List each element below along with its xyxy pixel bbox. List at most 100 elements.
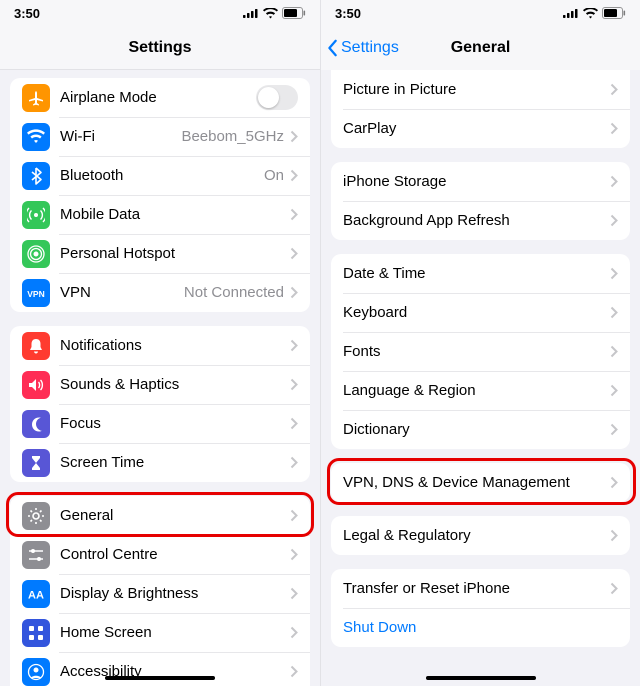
row-wifi[interactable]: Wi-FiBeebom_5GHz	[10, 117, 310, 156]
row-label: Picture in Picture	[343, 81, 610, 98]
row-label: CarPlay	[343, 120, 610, 137]
signal-icon	[563, 8, 579, 18]
row-label: iPhone Storage	[343, 173, 610, 190]
row-label: Sounds & Haptics	[60, 376, 290, 393]
airplane-toggle[interactable]	[256, 85, 298, 110]
row-focus[interactable]: Focus	[10, 404, 310, 443]
airplane-icon	[22, 84, 50, 112]
chevron-right-icon	[290, 286, 298, 299]
chevron-right-icon	[610, 582, 618, 595]
chevron-right-icon	[290, 665, 298, 678]
row-label: Screen Time	[60, 454, 290, 471]
row-control[interactable]: Control Centre	[10, 535, 310, 574]
row-label: Mobile Data	[60, 206, 290, 223]
svg-text:VPN: VPN	[27, 289, 44, 299]
home-icon	[22, 619, 50, 647]
row-label: Date & Time	[343, 265, 610, 282]
row-mobile[interactable]: Mobile Data	[10, 195, 310, 234]
chevron-right-icon	[290, 548, 298, 561]
wifi-icon	[583, 8, 598, 19]
chevron-right-icon	[290, 247, 298, 260]
chevron-right-icon	[290, 456, 298, 469]
row-pip[interactable]: Picture in Picture	[331, 70, 630, 109]
notif-icon	[22, 332, 50, 360]
vpn-icon: VPN	[22, 279, 50, 307]
row-screen[interactable]: Screen Time	[10, 443, 310, 482]
row-datetime[interactable]: Date & Time	[331, 254, 630, 293]
nav-header: Settings	[0, 26, 320, 70]
row-legal[interactable]: Legal & Regulatory	[331, 516, 630, 555]
row-sounds[interactable]: Sounds & Haptics	[10, 365, 310, 404]
row-hotspot[interactable]: Personal Hotspot	[10, 234, 310, 273]
page-title: Settings	[128, 39, 191, 57]
row-label: Personal Hotspot	[60, 245, 290, 262]
wifi-icon	[263, 8, 278, 19]
chevron-right-icon	[610, 345, 618, 358]
chevron-right-icon	[290, 169, 298, 182]
home-indicator[interactable]	[426, 676, 536, 680]
status-icons	[243, 7, 306, 19]
row-label: Dictionary	[343, 421, 610, 438]
row-access[interactable]: Accessibility	[10, 652, 310, 686]
row-fonts[interactable]: Fonts	[331, 332, 630, 371]
highlight-general	[6, 492, 314, 537]
general-content[interactable]: Picture in Picture CarPlay iPhone Storage B…	[321, 70, 640, 686]
row-storage[interactable]: iPhone Storage	[331, 162, 630, 201]
row-display[interactable]: AA Display & Brightness	[10, 574, 310, 613]
row-label: Control Centre	[60, 546, 290, 563]
row-dict[interactable]: Dictionary	[331, 410, 630, 449]
row-transfer[interactable]: Transfer or Reset iPhone	[331, 569, 630, 608]
mobile-icon	[22, 201, 50, 229]
battery-icon	[282, 7, 306, 19]
chevron-right-icon	[610, 267, 618, 280]
row-label: Wi-Fi	[60, 128, 181, 145]
chevron-right-icon	[290, 587, 298, 600]
page-title: General	[451, 39, 511, 57]
status-bar: 3:50	[321, 0, 640, 26]
general-screen: 3:50 Settings General Picture in Picture…	[320, 0, 640, 686]
row-vpn[interactable]: VPNVPNNot Connected	[10, 273, 310, 312]
wifi-icon	[22, 123, 50, 151]
chevron-right-icon	[610, 306, 618, 319]
row-bluetooth[interactable]: BluetoothOn	[10, 156, 310, 195]
row-lang[interactable]: Language & Region	[331, 371, 630, 410]
chevron-right-icon	[290, 339, 298, 352]
svg-text:AA: AA	[28, 589, 44, 601]
row-label: Home Screen	[60, 624, 290, 641]
signal-icon	[243, 8, 259, 18]
home-indicator[interactable]	[105, 676, 215, 680]
nav-header: Settings General	[321, 26, 640, 70]
status-time: 3:50	[335, 6, 361, 21]
highlight-vpndns	[327, 458, 636, 505]
chevron-right-icon	[610, 175, 618, 188]
row-value: Beebom_5GHz	[181, 128, 284, 145]
row-label: Airplane Mode	[60, 89, 256, 106]
row-bgapp[interactable]: Background App Refresh	[331, 201, 630, 240]
row-label: Keyboard	[343, 304, 610, 321]
row-label: Display & Brightness	[60, 585, 290, 602]
status-time: 3:50	[14, 6, 40, 21]
row-carplay[interactable]: CarPlay	[331, 109, 630, 148]
display-icon: AA	[22, 580, 50, 608]
row-shutdown[interactable]: Shut Down	[331, 608, 630, 647]
control-icon	[22, 541, 50, 569]
settings-content[interactable]: Airplane ModeWi-FiBeebom_5GHzBluetoothOn…	[0, 70, 320, 686]
row-label: Fonts	[343, 343, 610, 360]
row-label: Transfer or Reset iPhone	[343, 580, 610, 597]
screen-icon	[22, 449, 50, 477]
chevron-right-icon	[290, 626, 298, 639]
row-label: Shut Down	[343, 619, 618, 636]
chevron-left-icon	[327, 39, 339, 57]
row-airplane[interactable]: Airplane Mode	[10, 78, 310, 117]
row-label: Notifications	[60, 337, 290, 354]
chevron-right-icon	[610, 83, 618, 96]
chevron-right-icon	[290, 378, 298, 391]
row-keyboard[interactable]: Keyboard	[331, 293, 630, 332]
row-notif[interactable]: Notifications	[10, 326, 310, 365]
chevron-right-icon	[290, 130, 298, 143]
row-home[interactable]: Home Screen	[10, 613, 310, 652]
chevron-right-icon	[610, 214, 618, 227]
chevron-right-icon	[610, 122, 618, 135]
chevron-right-icon	[290, 208, 298, 221]
back-button[interactable]: Settings	[327, 26, 399, 70]
